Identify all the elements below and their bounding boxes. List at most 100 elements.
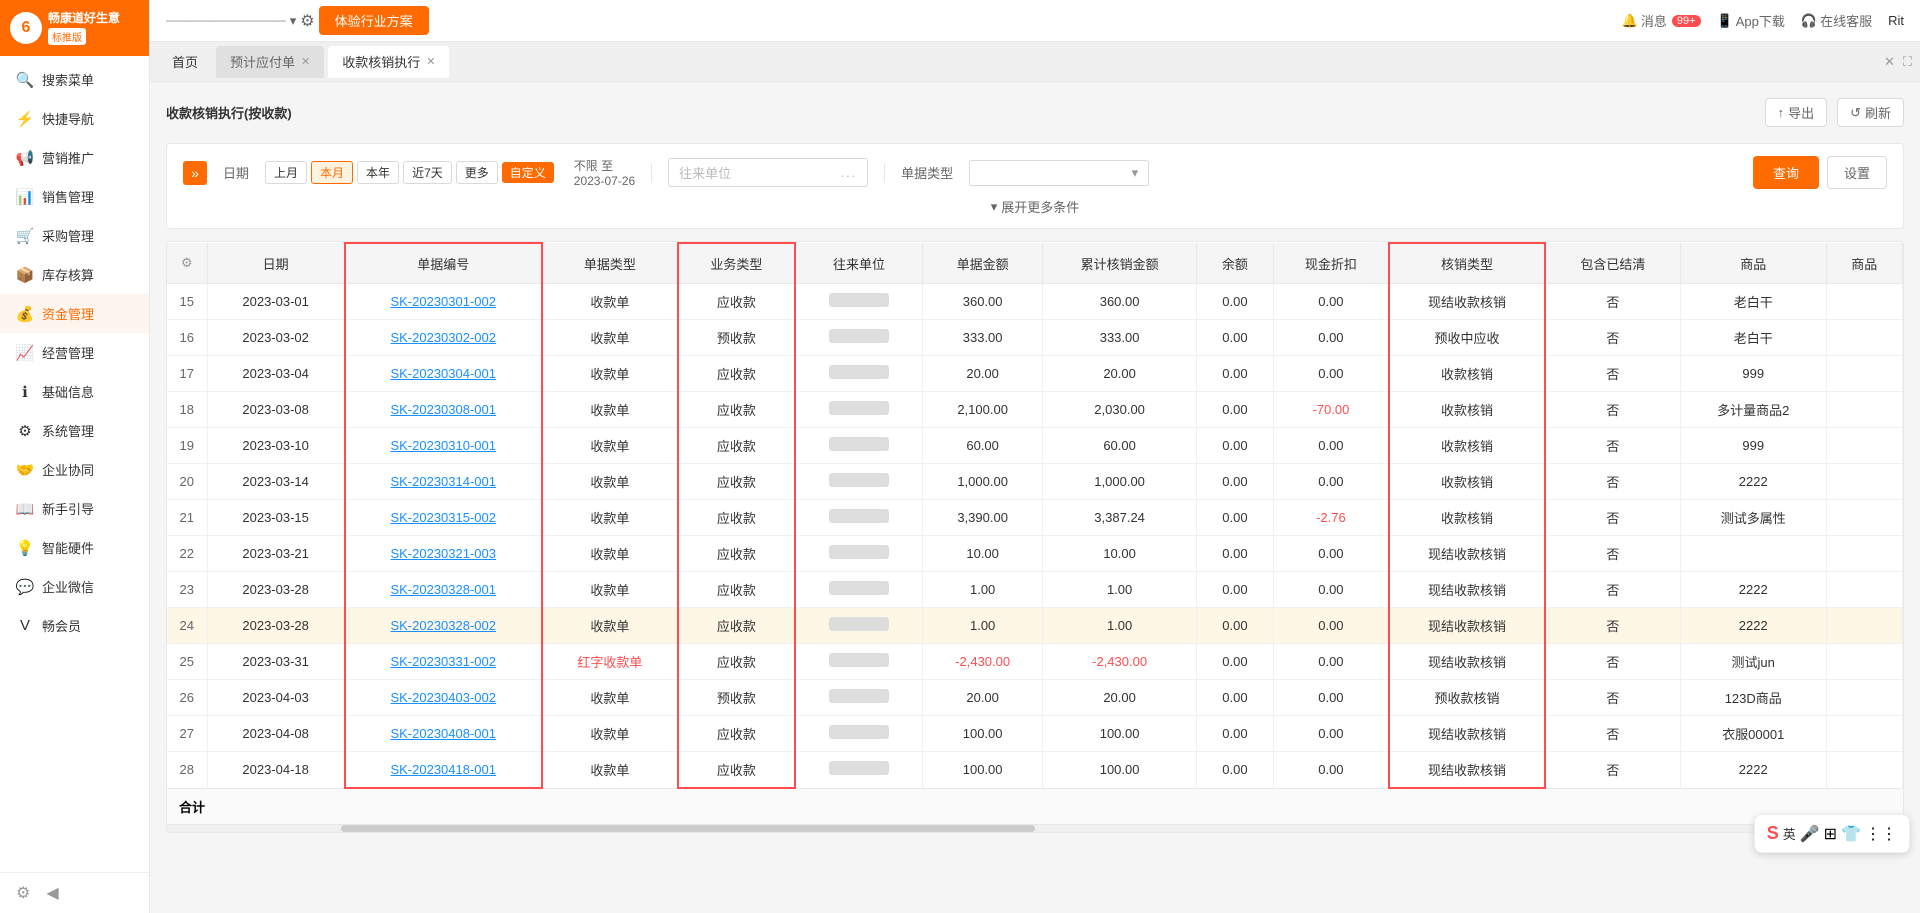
this-year-btn[interactable]: 本年: [357, 161, 399, 184]
bill-no-link[interactable]: SK-20230328-001: [390, 582, 496, 597]
sidebar-label-7: 经营管理: [42, 343, 94, 362]
cell-bill-type: 收款单: [542, 320, 678, 356]
bill-no-link[interactable]: SK-20230418-001: [390, 762, 496, 777]
bill-no-link[interactable]: SK-20230314-001: [390, 474, 496, 489]
sidebar-item-2[interactable]: 📢营销推广: [0, 138, 149, 177]
bill-no-link[interactable]: SK-20230304-001: [390, 366, 496, 381]
popup-mic-icon[interactable]: 🎤: [1800, 824, 1820, 844]
user-name[interactable]: Rit: [1888, 13, 1904, 28]
cell-goods2: [1826, 356, 1902, 392]
cell-write-off-type: 现结收款核销: [1389, 284, 1545, 320]
messages-link[interactable]: 🔔 消息 99+: [1622, 11, 1701, 30]
phone-icon: 📱: [1717, 13, 1733, 29]
cell-write-off-type: 现结收款核销: [1389, 716, 1545, 752]
footer-write-off: [1042, 788, 1196, 824]
bill-no-link[interactable]: SK-20230321-003: [390, 546, 496, 561]
sidebar-item-1[interactable]: ⚡快捷导航: [0, 99, 149, 138]
sidebar-label-1: 快捷导航: [42, 109, 94, 128]
sidebar-nav: 🔍搜索菜单⚡快捷导航📢营销推广📊销售管理🛒采购管理📦库存核算💰资金管理📈经营管理…: [0, 56, 149, 872]
bill-no-link[interactable]: SK-20230302-002: [390, 330, 496, 345]
last-7days-btn[interactable]: 近7天: [403, 161, 452, 184]
bill-no-link[interactable]: SK-20230403-002: [390, 690, 496, 705]
sidebar-item-14[interactable]: V畅会员: [0, 606, 149, 645]
more-btn[interactable]: 更多: [456, 161, 498, 184]
sidebar-item-12[interactable]: 💡智能硬件: [0, 528, 149, 567]
cell-goods: 2222: [1680, 608, 1826, 644]
bill-no-link[interactable]: SK-20230310-001: [390, 438, 496, 453]
topbar-gear-icon[interactable]: ⚙: [300, 11, 314, 31]
collapse-icon[interactable]: ◀: [46, 883, 58, 903]
sidebar-item-10[interactable]: 🤝企业协同: [0, 450, 149, 489]
topbar-dropdown[interactable]: ▾: [290, 13, 297, 29]
sidebar-item-8[interactable]: ℹ基础信息: [0, 372, 149, 411]
column-settings-gear[interactable]: ⚙: [181, 255, 193, 270]
footer-amount: [923, 788, 1043, 824]
this-month-btn[interactable]: 本月: [311, 161, 353, 184]
filter-toggle-button[interactable]: »: [183, 161, 207, 185]
custom-date-btn[interactable]: 自定义: [502, 162, 554, 183]
sidebar-item-9[interactable]: ⚙系统管理: [0, 411, 149, 450]
cell-bill-type: 收款单: [542, 356, 678, 392]
cell-write-off-type: 收款核销: [1389, 464, 1545, 500]
industry-solution-button[interactable]: 体验行业方案: [319, 6, 429, 35]
tab-maximize-icon[interactable]: ⛶: [1903, 54, 1912, 70]
data-table: ⚙ 日期 单据编号 单据类型 业务类型 往来单位 单据金额 累计核销金额 余额 …: [167, 242, 1903, 824]
cell-total-write-off: 10.00: [1042, 536, 1196, 572]
online-service-link[interactable]: 🎧 在线客服: [1801, 11, 1872, 30]
bill-type-label: 单据类型: [901, 163, 953, 182]
sidebar-item-5[interactable]: 📦库存核算: [0, 255, 149, 294]
th-cash-discount: 现金折扣: [1273, 243, 1389, 284]
tab-collection-close[interactable]: ✕: [426, 55, 435, 68]
expand-conditions-button[interactable]: ▾ 展开更多条件: [183, 197, 1887, 216]
last-month-btn[interactable]: 上月: [265, 161, 307, 184]
cell-biz-type: 预收款: [678, 680, 795, 716]
bill-type-select[interactable]: ▾: [969, 160, 1149, 186]
page-title-bar: 收款核销执行(按收款) ↑ 导出 ↺ 刷新: [166, 98, 1904, 127]
bill-no-link[interactable]: SK-20230315-002: [390, 510, 496, 525]
cell-date: 2023-03-21: [207, 536, 345, 572]
bill-no-link[interactable]: SK-20230301-002: [390, 294, 496, 309]
sidebar-item-13[interactable]: 💬企业微信: [0, 567, 149, 606]
cell-goods2: [1826, 284, 1902, 320]
setting-button[interactable]: 设置: [1827, 156, 1887, 189]
sidebar-item-6[interactable]: 💰资金管理: [0, 294, 149, 333]
bill-no-link[interactable]: SK-20230328-002: [390, 618, 496, 633]
cell-index: 17: [167, 356, 207, 392]
sidebar-item-7[interactable]: 📈经营管理: [0, 333, 149, 372]
app-download-link[interactable]: 📱 App下载: [1717, 11, 1785, 30]
bill-no-link[interactable]: SK-20230408-001: [390, 726, 496, 741]
cell-goods2: [1826, 392, 1902, 428]
tab-close-all-icon[interactable]: ✕: [1884, 54, 1895, 70]
tab-prepayment[interactable]: 预计应付单 ✕: [216, 46, 324, 78]
sidebar-item-0[interactable]: 🔍搜索菜单: [0, 60, 149, 99]
cell-goods: [1680, 536, 1826, 572]
tab-collection[interactable]: 收款核销执行 ✕: [328, 46, 449, 78]
popup-app-icon[interactable]: ⋮⋮: [1865, 824, 1897, 844]
popup-shirt-icon[interactable]: 👕: [1841, 824, 1861, 844]
tab-home-label: 首页: [172, 52, 198, 71]
filter-divider2: [884, 163, 885, 183]
export-button[interactable]: ↑ 导出: [1765, 98, 1828, 127]
sidebar-item-3[interactable]: 📊销售管理: [0, 177, 149, 216]
query-button[interactable]: 查询: [1753, 156, 1819, 189]
cell-write-off-type: 现结收款核销: [1389, 644, 1545, 680]
cell-balance: 0.00: [1197, 536, 1273, 572]
filter-divider: [651, 163, 652, 183]
cell-balance: 0.00: [1197, 716, 1273, 752]
table-scrollbar[interactable]: [167, 824, 1903, 832]
sidebar-item-4[interactable]: 🛒采购管理: [0, 216, 149, 255]
cell-bill-no: SK-20230314-001: [345, 464, 542, 500]
bill-no-link[interactable]: SK-20230308-001: [390, 402, 496, 417]
cell-counterparty: [795, 428, 923, 464]
counterparty-input[interactable]: 往来单位 ...: [668, 158, 868, 187]
settings-icon[interactable]: ⚙: [16, 883, 30, 903]
table-row: 17 2023-03-04 SK-20230304-001 收款单 应收款 20…: [167, 356, 1903, 392]
bill-no-link[interactable]: SK-20230331-002: [390, 654, 496, 669]
refresh-button[interactable]: ↺ 刷新: [1837, 98, 1904, 127]
sidebar-item-11[interactable]: 📖新手引导: [0, 489, 149, 528]
sidebar-label-12: 智能硬件: [42, 538, 94, 557]
cell-write-off-type: 收款核销: [1389, 356, 1545, 392]
tab-prepayment-close[interactable]: ✕: [301, 55, 310, 68]
tab-home[interactable]: 首页: [158, 46, 212, 78]
popup-grid-icon[interactable]: ⊞: [1824, 824, 1837, 844]
